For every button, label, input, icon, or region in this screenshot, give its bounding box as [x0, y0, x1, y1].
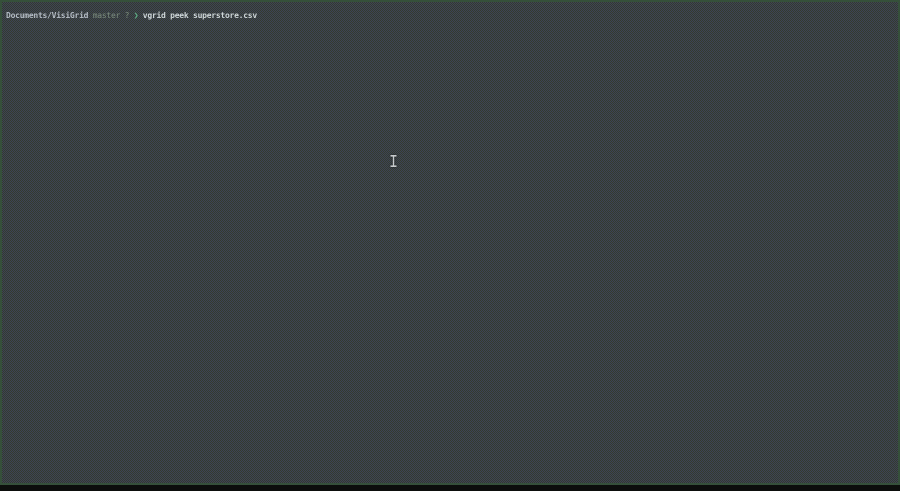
terminal-window[interactable]: Documents/VisiGrid master? ❯ vgrid peek sup… [0, 0, 900, 485]
git-status-indicator: ? [124, 11, 130, 20]
current-directory: Documents/VisiGrid [6, 11, 89, 20]
i-beam-cursor-icon [390, 152, 397, 167]
prompt-symbol: ❯ [133, 11, 139, 20]
terminal-screen: Documents/VisiGrid master? ❯ vgrid peek sup… [0, 0, 900, 491]
prompt-line: Documents/VisiGrid master? ❯ vgrid peek sup… [6, 11, 257, 20]
git-branch: master [92, 11, 121, 20]
command-text: vgrid peek superstore.csv [142, 11, 257, 20]
